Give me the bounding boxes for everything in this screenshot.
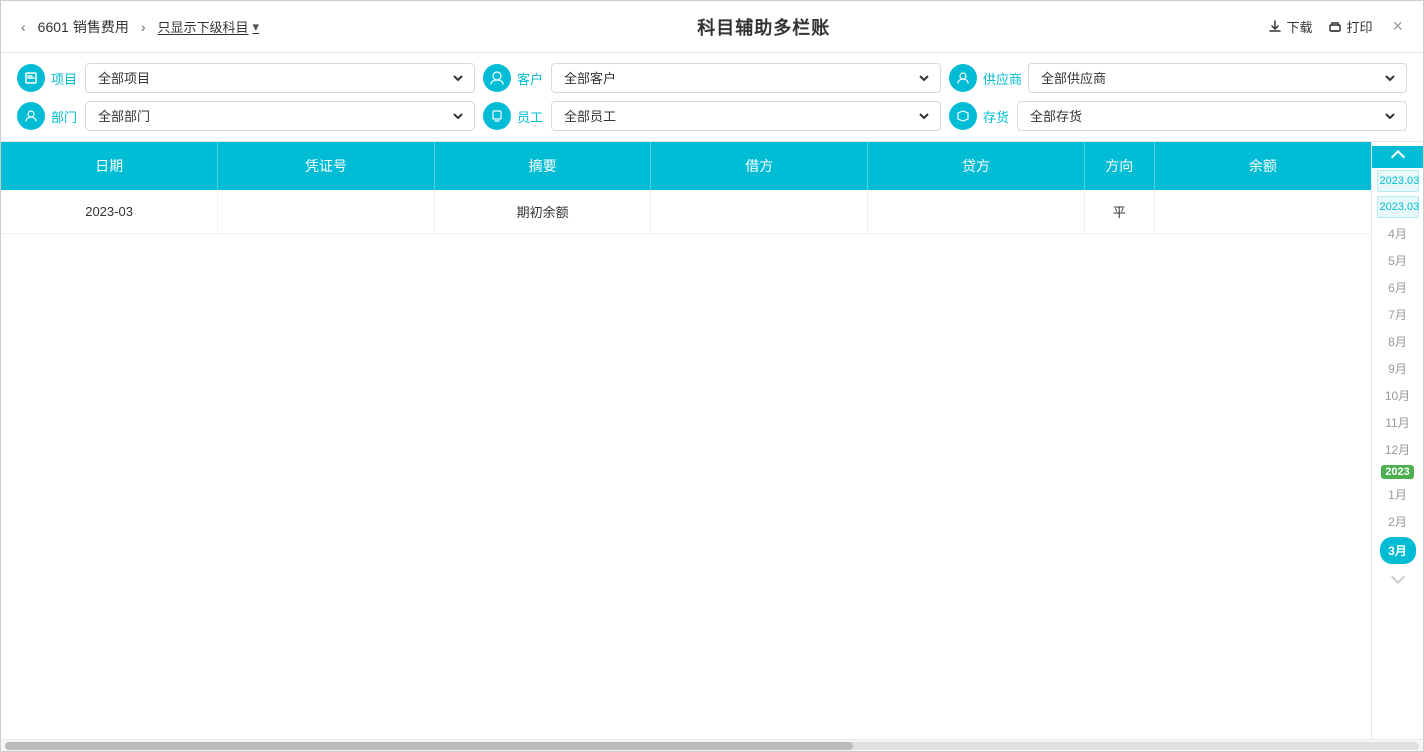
sidebar-month-item[interactable]: 6月 bbox=[1385, 274, 1410, 301]
chevron-up-icon bbox=[1390, 150, 1404, 164]
sidebar-months-bottom-container: 1月2月3月 bbox=[1380, 481, 1416, 566]
sidebar-period-end[interactable]: 2023.03 bbox=[1377, 196, 1419, 218]
sidebar-month-item[interactable]: 12月 bbox=[1385, 436, 1410, 463]
supplier-filter-row: 供应商 全部供应商 bbox=[949, 63, 1407, 93]
employee-select-input[interactable]: 全部员工 bbox=[560, 108, 932, 125]
col-credit: 贷方 bbox=[868, 142, 1085, 190]
col-debit: 借方 bbox=[651, 142, 868, 190]
table-row: 2023-03 期初余额 平 bbox=[1, 190, 1371, 234]
main-window: ‹ 6601 销售费用 › 只显示下级科目 ▾ 科目辅助多栏账 下载 bbox=[0, 0, 1424, 752]
download-button[interactable]: 下载 bbox=[1268, 17, 1312, 36]
project-select-input[interactable]: 全部项目 bbox=[94, 70, 466, 87]
account-code: 6601 销售费用 bbox=[38, 17, 129, 37]
dept-filter-row: 部门 全部部门 bbox=[17, 101, 475, 131]
cell-debit bbox=[651, 190, 868, 234]
sidebar-month-item[interactable]: 1月 bbox=[1380, 481, 1416, 508]
employee-select[interactable]: 全部员工 bbox=[551, 101, 941, 131]
inventory-select[interactable]: 全部存货 bbox=[1017, 101, 1407, 131]
nav-next-button[interactable]: › bbox=[137, 17, 150, 37]
show-sub-toggle[interactable]: 只显示下级科目 ▾ bbox=[158, 17, 260, 36]
sidebar-month-item[interactable]: 11月 bbox=[1385, 409, 1410, 436]
supplier-label: 供应商 bbox=[983, 69, 1022, 88]
title-bar-right: 下载 打印 × bbox=[1268, 16, 1407, 37]
data-table: 日期 凭证号 摘要 借方 贷方 方向 余额 2023-03 期初余额 平 bbox=[1, 142, 1371, 234]
inventory-icon bbox=[949, 102, 977, 130]
download-icon bbox=[1268, 20, 1282, 34]
show-sub-arrow: ▾ bbox=[253, 19, 260, 35]
customer-label: 客户 bbox=[517, 69, 545, 88]
inventory-filter-row: 存货 全部存货 bbox=[949, 101, 1407, 131]
sidebar-month-item[interactable]: 3月 bbox=[1380, 537, 1416, 564]
sidebar-period-start[interactable]: 2023.03 bbox=[1377, 170, 1419, 192]
chevron-down-icon bbox=[1390, 570, 1404, 584]
sidebar-month-item[interactable]: 10月 bbox=[1385, 382, 1410, 409]
col-balance: 余额 bbox=[1154, 142, 1371, 190]
customer-icon bbox=[483, 64, 511, 92]
scrollbar-thumb[interactable] bbox=[5, 742, 853, 750]
download-label: 下载 bbox=[1286, 17, 1312, 36]
customer-filter-row: 客户 全部客户 bbox=[483, 63, 941, 93]
right-sidebar: 2023.03 2023.03 4月5月6月7月8月9月10月11月12月 20… bbox=[1371, 142, 1423, 739]
account-code-number: 6601 bbox=[38, 19, 69, 35]
scrollbar-track bbox=[5, 742, 1419, 750]
project-icon bbox=[17, 64, 45, 92]
title-bar: ‹ 6601 销售费用 › 只显示下级科目 ▾ 科目辅助多栏账 下载 bbox=[1, 1, 1423, 53]
dept-select[interactable]: 全部部门 bbox=[85, 101, 475, 131]
customer-select[interactable]: 全部客户 bbox=[551, 63, 941, 93]
inventory-select-input[interactable]: 全部存货 bbox=[1026, 108, 1398, 125]
page-title: 科目辅助多栏账 bbox=[697, 14, 830, 40]
sidebar-up-button[interactable] bbox=[1372, 146, 1423, 168]
customer-select-input[interactable]: 全部客户 bbox=[560, 70, 932, 87]
sidebar-month-item[interactable]: 2月 bbox=[1380, 508, 1416, 535]
filter-area: 项目 全部项目 客户 全部客户 供应商 bbox=[1, 53, 1423, 142]
cell-balance bbox=[1154, 190, 1371, 234]
show-sub-label: 只显示下级科目 bbox=[158, 17, 249, 36]
print-icon bbox=[1328, 20, 1342, 34]
supplier-select[interactable]: 全部供应商 bbox=[1028, 63, 1407, 93]
cell-direction: 平 bbox=[1084, 190, 1154, 234]
project-filter-row: 项目 全部项目 bbox=[17, 63, 475, 93]
employee-icon bbox=[483, 102, 511, 130]
employee-filter-row: 员工 全部员工 bbox=[483, 101, 941, 131]
dept-label: 部门 bbox=[51, 107, 79, 126]
cell-date: 2023-03 bbox=[1, 190, 218, 234]
col-summary: 摘要 bbox=[434, 142, 651, 190]
project-select[interactable]: 全部项目 bbox=[85, 63, 475, 93]
sidebar-month-item[interactable]: 4月 bbox=[1385, 220, 1410, 247]
cell-voucher bbox=[218, 190, 435, 234]
sidebar-months-container: 4月5月6月7月8月9月10月11月12月 bbox=[1385, 220, 1410, 463]
sidebar-month-item[interactable]: 5月 bbox=[1385, 247, 1410, 274]
supplier-select-input[interactable]: 全部供应商 bbox=[1037, 70, 1398, 87]
cell-summary: 期初余额 bbox=[434, 190, 651, 234]
sidebar-month-item[interactable]: 7月 bbox=[1385, 301, 1410, 328]
employee-label: 员工 bbox=[517, 107, 545, 126]
nav-prev-button[interactable]: ‹ bbox=[17, 17, 30, 37]
col-date: 日期 bbox=[1, 142, 218, 190]
supplier-icon bbox=[949, 64, 977, 92]
cell-credit bbox=[868, 190, 1085, 234]
project-label: 项目 bbox=[51, 69, 79, 88]
title-bar-left: ‹ 6601 销售费用 › 只显示下级科目 ▾ bbox=[17, 17, 259, 37]
sidebar-month-item[interactable]: 8月 bbox=[1385, 328, 1410, 355]
account-name: 销售费用 bbox=[73, 17, 129, 37]
dept-select-input[interactable]: 全部部门 bbox=[94, 108, 466, 125]
inventory-label: 存货 bbox=[983, 107, 1011, 126]
table-wrapper: 日期 凭证号 摘要 借方 贷方 方向 余额 2023-03期初余额平 202 bbox=[1, 142, 1423, 739]
table-main[interactable]: 日期 凭证号 摘要 借方 贷方 方向 余额 2023-03 期初余额 平 bbox=[1, 142, 1371, 739]
sidebar-month-item[interactable]: 9月 bbox=[1385, 355, 1410, 382]
print-button[interactable]: 打印 bbox=[1328, 17, 1372, 36]
table-header-row: 日期 凭证号 摘要 借方 贷方 方向 余额 bbox=[1, 142, 1371, 190]
print-label: 打印 bbox=[1346, 17, 1372, 36]
dept-icon bbox=[17, 102, 45, 130]
col-voucher: 凭证号 bbox=[218, 142, 435, 190]
col-direction: 方向 bbox=[1084, 142, 1154, 190]
table-body: 2023-03 期初余额 平 bbox=[1, 190, 1371, 234]
sidebar-year-badge: 2023 bbox=[1381, 465, 1413, 479]
close-button[interactable]: × bbox=[1388, 16, 1407, 37]
sidebar-down-button[interactable] bbox=[1372, 566, 1423, 588]
horizontal-scrollbar[interactable] bbox=[1, 739, 1423, 751]
